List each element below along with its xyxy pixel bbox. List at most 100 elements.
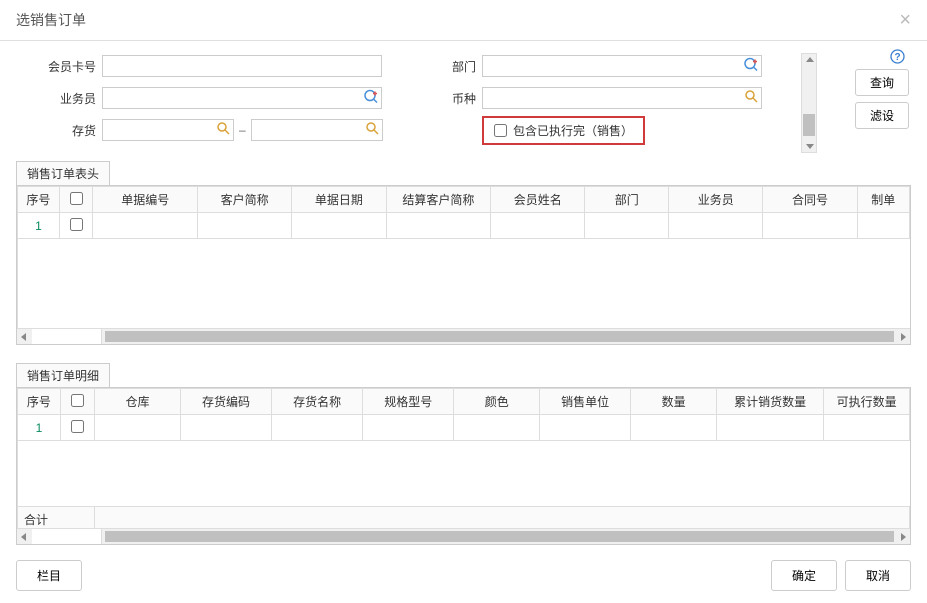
- cell[interactable]: [857, 213, 909, 239]
- cell[interactable]: [491, 213, 585, 239]
- search-icon[interactable]: [366, 122, 379, 138]
- search-icon[interactable]: [217, 122, 230, 138]
- col-check: [60, 389, 94, 415]
- currency-input[interactable]: [482, 87, 762, 109]
- col-contract: 合同号: [763, 187, 857, 213]
- currency-label: 币种: [436, 90, 476, 107]
- include-executed-wrap: 包含已执行完（销售）: [482, 116, 645, 145]
- salesperson-input[interactable]: [102, 87, 382, 109]
- scrollbar-fixed-region: [32, 529, 102, 544]
- cell[interactable]: [631, 415, 717, 441]
- member-card-label: 会员卡号: [16, 58, 96, 75]
- col-dept: 部门: [585, 187, 669, 213]
- cell[interactable]: [363, 415, 454, 441]
- select-all-checkbox[interactable]: [70, 192, 83, 205]
- inventory-label: 存货: [16, 122, 96, 139]
- inventory-to-input[interactable]: [251, 119, 383, 141]
- cell[interactable]: [272, 415, 363, 441]
- col-settle-customer: 结算客户简称: [386, 187, 491, 213]
- col-check: [59, 187, 93, 213]
- cell[interactable]: [95, 415, 181, 441]
- col-invcode: 存货编码: [180, 389, 271, 415]
- filter-section: 会员卡号 业务员 存货 –: [0, 41, 927, 157]
- col-docno: 单据编号: [93, 187, 198, 213]
- col-maker: 制单: [857, 187, 909, 213]
- detail-table-header-row: 序号 仓库 存货编码 存货名称 规格型号 颜色 销售单位 数量 累计销货数量 可…: [18, 389, 910, 415]
- col-invname: 存货名称: [272, 389, 363, 415]
- col-execqty: 可执行数量: [824, 389, 910, 415]
- col-cumqty: 累计销货数量: [716, 389, 823, 415]
- horizontal-scrollbar[interactable]: [17, 528, 910, 544]
- col-seq: 序号: [18, 187, 60, 213]
- range-separator: –: [239, 123, 246, 137]
- close-button[interactable]: ×: [899, 10, 911, 30]
- member-card-input[interactable]: [102, 55, 382, 77]
- empty-space: [18, 441, 910, 507]
- scrollbar-thumb[interactable]: [803, 114, 815, 136]
- col-color: 颜色: [454, 389, 540, 415]
- cell[interactable]: [763, 213, 857, 239]
- filter-scrollbar[interactable]: [801, 53, 817, 153]
- col-customer: 客户简称: [198, 187, 292, 213]
- department-label: 部门: [436, 58, 476, 75]
- scrollbar-thumb[interactable]: [105, 531, 894, 542]
- col-date: 单据日期: [292, 187, 386, 213]
- header-table-section: 销售订单表头 序号 单据编号 客户简称 单据日期 结算客户简称 会员姓名 部门 …: [16, 161, 911, 345]
- row-check-cell: [60, 415, 94, 441]
- columns-button[interactable]: 栏目: [16, 560, 82, 591]
- row-checkbox[interactable]: [70, 218, 83, 231]
- detail-table: 序号 仓库 存货编码 存货名称 规格型号 颜色 销售单位 数量 累计销货数量 可…: [17, 388, 910, 533]
- dialog-title: 选销售订单: [16, 10, 86, 30]
- col-seq: 序号: [18, 389, 61, 415]
- header-table-title: 销售订单表头: [16, 161, 110, 185]
- row-number: 1: [18, 213, 60, 239]
- table-row[interactable]: 1: [18, 213, 910, 239]
- cell[interactable]: [669, 213, 763, 239]
- scrollbar-thumb[interactable]: [105, 331, 894, 342]
- department-input[interactable]: [482, 55, 762, 77]
- header-table: 序号 单据编号 客户简称 单据日期 结算客户简称 会员姓名 部门 业务员 合同号…: [17, 186, 910, 335]
- col-qty: 数量: [631, 389, 717, 415]
- detail-table-section: 销售订单明细 序号 仓库 存货编码 存货名称 规格型号 颜色 销售单位 数量 累…: [16, 363, 911, 545]
- row-number: 1: [18, 415, 61, 441]
- cell[interactable]: [180, 415, 271, 441]
- col-salesperson: 业务员: [669, 187, 763, 213]
- header-table-header-row: 序号 单据编号 客户简称 单据日期 结算客户简称 会员姓名 部门 业务员 合同号…: [18, 187, 910, 213]
- cell[interactable]: [454, 415, 540, 441]
- footer: 栏目 确定 取消: [16, 560, 911, 591]
- include-executed-label: 包含已执行完（销售）: [513, 122, 633, 139]
- table-row[interactable]: 1: [18, 415, 910, 441]
- select-all-checkbox[interactable]: [71, 394, 84, 407]
- col-warehouse: 仓库: [95, 389, 181, 415]
- row-checkbox[interactable]: [71, 420, 84, 433]
- cell[interactable]: [198, 213, 292, 239]
- plus-icon[interactable]: [744, 58, 758, 75]
- scrollbar-fixed-region: [32, 329, 102, 344]
- col-member: 会员姓名: [491, 187, 585, 213]
- cell[interactable]: [585, 213, 669, 239]
- ok-button[interactable]: 确定: [771, 560, 837, 591]
- query-button[interactable]: 查询: [855, 69, 909, 96]
- search-icon[interactable]: [745, 90, 758, 106]
- plus-icon[interactable]: [364, 90, 378, 107]
- filter-settings-button[interactable]: 滤设: [855, 102, 909, 129]
- svg-text:?: ?: [894, 52, 900, 63]
- cell[interactable]: [824, 415, 910, 441]
- cell[interactable]: [292, 213, 386, 239]
- cancel-button[interactable]: 取消: [845, 560, 911, 591]
- empty-space: [18, 239, 910, 335]
- cell[interactable]: [93, 213, 198, 239]
- row-check-cell: [59, 213, 93, 239]
- horizontal-scrollbar[interactable]: [17, 328, 910, 344]
- col-unit: 销售单位: [540, 389, 631, 415]
- salesperson-label: 业务员: [16, 90, 96, 107]
- cell[interactable]: [716, 415, 823, 441]
- detail-table-title: 销售订单明细: [16, 363, 110, 387]
- col-spec: 规格型号: [363, 389, 454, 415]
- inventory-from-input[interactable]: [102, 119, 234, 141]
- dialog-header: 选销售订单 ×: [0, 0, 927, 41]
- help-icon[interactable]: ?: [890, 49, 905, 67]
- include-executed-checkbox[interactable]: [494, 124, 507, 137]
- cell[interactable]: [386, 213, 491, 239]
- cell[interactable]: [540, 415, 631, 441]
